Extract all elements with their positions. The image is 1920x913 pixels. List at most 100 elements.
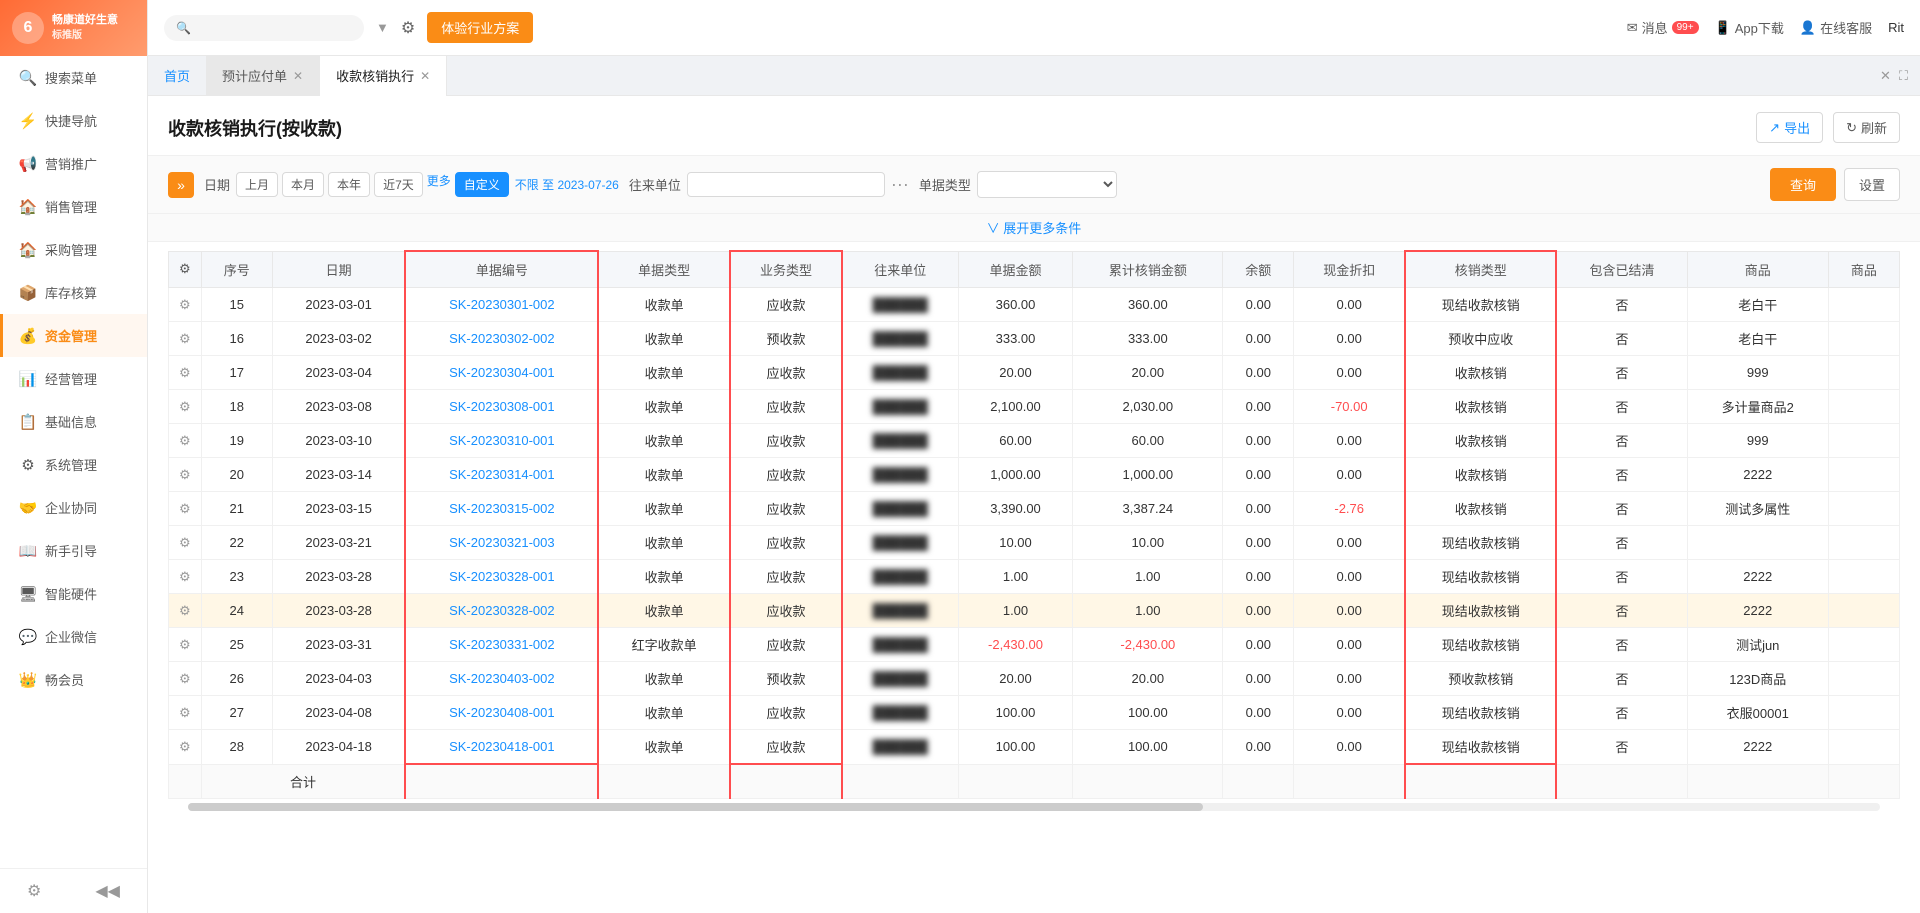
sidebar-item-member[interactable]: 👑 畅会员 bbox=[0, 658, 147, 701]
docno-link[interactable]: SK-20230310-001 bbox=[449, 433, 555, 448]
expand-more-conditions[interactable]: ∨ 展开更多条件 bbox=[987, 221, 1082, 236]
filter-partner-group: 往来单位 ··· bbox=[629, 172, 909, 197]
docno-link[interactable]: SK-20230328-001 bbox=[449, 569, 555, 584]
message-button[interactable]: ✉ 消息 99+ bbox=[1627, 18, 1699, 37]
row-balance: 0.00 bbox=[1223, 594, 1294, 628]
row-settings[interactable]: ⚙ bbox=[169, 492, 202, 526]
filter-more-link[interactable]: 更多 bbox=[427, 172, 451, 197]
filter-this-month-btn[interactable]: 本月 bbox=[282, 172, 324, 197]
row-settings[interactable]: ⚙ bbox=[169, 594, 202, 628]
row-settings[interactable]: ⚙ bbox=[169, 628, 202, 662]
sidebar-item-marketing[interactable]: 📢 营销推广 bbox=[0, 142, 147, 185]
sidebar-item-quick[interactable]: ⚡ 快捷导航 bbox=[0, 99, 147, 142]
row-verified: -2,430.00 bbox=[1073, 628, 1223, 662]
row-settings[interactable]: ⚙ bbox=[169, 526, 202, 560]
horizontal-scrollbar[interactable] bbox=[188, 803, 1880, 811]
row-settled: 否 bbox=[1556, 594, 1687, 628]
sidebar-item-purchase[interactable]: 🏠 采购管理 bbox=[0, 228, 147, 271]
sidebar-item-search[interactable]: 🔍 搜索菜单 bbox=[0, 56, 147, 99]
sidebar-item-operation[interactable]: 📊 经营管理 bbox=[0, 357, 147, 400]
row-docamount: 20.00 bbox=[958, 662, 1073, 696]
row-settings[interactable]: ⚙ bbox=[169, 424, 202, 458]
row-settings[interactable]: ⚙ bbox=[169, 696, 202, 730]
docno-link[interactable]: SK-20230301-002 bbox=[449, 297, 555, 312]
sidebar-item-guide[interactable]: 📖 新手引导 bbox=[0, 529, 147, 572]
filter-toggle-button[interactable]: » bbox=[168, 172, 194, 198]
docno-link[interactable]: SK-20230302-002 bbox=[449, 331, 555, 346]
row-settings[interactable]: ⚙ bbox=[169, 390, 202, 424]
row-settings[interactable]: ⚙ bbox=[169, 356, 202, 390]
tab-collection-close[interactable]: ✕ bbox=[420, 69, 430, 83]
docno-link[interactable]: SK-20230408-001 bbox=[449, 705, 555, 720]
docno-link[interactable]: SK-20230314-001 bbox=[449, 467, 555, 482]
filter-partner-input[interactable] bbox=[687, 172, 885, 197]
filter-custom-btn[interactable]: 自定义 bbox=[455, 172, 509, 197]
topbar: 🔍 ▼ ⚙ 体验行业方案 ✉ 消息 99+ 📱 App下载 👤 在线客服 Rit bbox=[148, 0, 1920, 56]
setting-button[interactable]: 设置 bbox=[1844, 168, 1900, 201]
tab-collection-label: 收款核销执行 bbox=[336, 66, 414, 85]
row-settings[interactable]: ⚙ bbox=[169, 288, 202, 322]
row-verifytype: 收款核销 bbox=[1405, 424, 1556, 458]
query-button[interactable]: 查询 bbox=[1770, 168, 1836, 201]
filter-7days-btn[interactable]: 近7天 bbox=[374, 172, 423, 197]
docno-link[interactable]: SK-20230315-002 bbox=[449, 501, 555, 516]
sidebar-item-hardware[interactable]: 🖥 智能硬件 bbox=[0, 572, 147, 615]
col-verified-header: 累计核销金额 bbox=[1073, 251, 1223, 288]
docno-link[interactable]: SK-20230304-001 bbox=[449, 365, 555, 380]
app-download-button[interactable]: 📱 App下载 bbox=[1715, 18, 1784, 37]
row-settings[interactable]: ⚙ bbox=[169, 662, 202, 696]
tab-close-all-icon[interactable]: ✕ bbox=[1880, 68, 1891, 84]
topbar-search[interactable]: 🔍 bbox=[164, 15, 364, 41]
row-settings[interactable]: ⚙ bbox=[169, 730, 202, 765]
tab-collection[interactable]: 收款核销执行 ✕ bbox=[320, 56, 447, 96]
row-doctype: 收款单 bbox=[598, 730, 730, 765]
settings-bottom-icon[interactable]: ⚙ bbox=[23, 877, 45, 905]
sidebar-item-sales[interactable]: 🏠 销售管理 bbox=[0, 185, 147, 228]
sidebar-item-inventory[interactable]: 📦 库存核算 bbox=[0, 271, 147, 314]
docno-link[interactable]: SK-20230321-003 bbox=[449, 535, 555, 550]
docno-link[interactable]: SK-20230328-002 bbox=[449, 603, 555, 618]
export-button[interactable]: ↗ 导出 bbox=[1756, 112, 1823, 143]
docno-link[interactable]: SK-20230331-002 bbox=[449, 637, 555, 652]
filter-this-year-btn[interactable]: 本年 bbox=[328, 172, 370, 197]
tab-home[interactable]: 首页 bbox=[148, 56, 206, 96]
docno-link[interactable]: SK-20230403-002 bbox=[449, 671, 555, 686]
row-cashdiscount: 0.00 bbox=[1294, 526, 1405, 560]
docno-link[interactable]: SK-20230308-001 bbox=[449, 399, 555, 414]
row-settings[interactable]: ⚙ bbox=[169, 560, 202, 594]
sidebar: 6 畅康道好生意 标推版 🔍 搜索菜单 ⚡ 快捷导航 📢 营销推广 🏠 销售管理… bbox=[0, 0, 148, 913]
col-settings-header[interactable]: ⚙ bbox=[169, 251, 202, 288]
row-settings[interactable]: ⚙ bbox=[169, 458, 202, 492]
tab-prepay-close[interactable]: ✕ bbox=[293, 69, 303, 83]
topbar-dropdown-arrow[interactable]: ▼ bbox=[376, 20, 389, 35]
refresh-button[interactable]: ↻ 刷新 bbox=[1833, 112, 1900, 143]
filter-dots[interactable]: ··· bbox=[891, 174, 909, 195]
row-cashdiscount: 0.00 bbox=[1294, 424, 1405, 458]
topbar-gear-icon[interactable]: ⚙ bbox=[401, 18, 415, 38]
row-balance: 0.00 bbox=[1223, 458, 1294, 492]
table-settings-icon[interactable]: ⚙ bbox=[179, 261, 191, 276]
row-doctype: 收款单 bbox=[598, 288, 730, 322]
sidebar-item-basic[interactable]: 📋 基础信息 bbox=[0, 400, 147, 443]
row-cashdiscount: 0.00 bbox=[1294, 662, 1405, 696]
solution-button[interactable]: 体验行业方案 bbox=[427, 12, 533, 43]
row-settings[interactable]: ⚙ bbox=[169, 322, 202, 356]
user-avatar[interactable]: Rit bbox=[1888, 20, 1904, 35]
col-balance-header: 余额 bbox=[1223, 251, 1294, 288]
online-service-button[interactable]: 👤 在线客服 bbox=[1800, 18, 1872, 37]
filter-last-month-btn[interactable]: 上月 bbox=[236, 172, 278, 197]
collapse-icon[interactable]: ◀◀ bbox=[91, 877, 124, 905]
sidebar-item-wechat[interactable]: 💬 企业微信 bbox=[0, 615, 147, 658]
sidebar-item-finance[interactable]: 💰 资金管理 bbox=[0, 314, 147, 357]
row-goods: 老白干 bbox=[1687, 322, 1828, 356]
col-goods-header: 商品 bbox=[1687, 251, 1828, 288]
sidebar-item-enterprise[interactable]: 🤝 企业协同 bbox=[0, 486, 147, 529]
sidebar-item-system[interactable]: ⚙ 系统管理 bbox=[0, 443, 147, 486]
row-no: 15 bbox=[201, 288, 272, 322]
docno-link[interactable]: SK-20230418-001 bbox=[449, 739, 555, 754]
tab-expand-icon[interactable]: ⛶ bbox=[1899, 68, 1908, 84]
tab-prepay[interactable]: 预计应付单 ✕ bbox=[206, 56, 320, 96]
filter-doctype-select[interactable] bbox=[977, 171, 1117, 198]
row-docno: SK-20230321-003 bbox=[405, 526, 598, 560]
row-partner: ██████ bbox=[842, 492, 958, 526]
